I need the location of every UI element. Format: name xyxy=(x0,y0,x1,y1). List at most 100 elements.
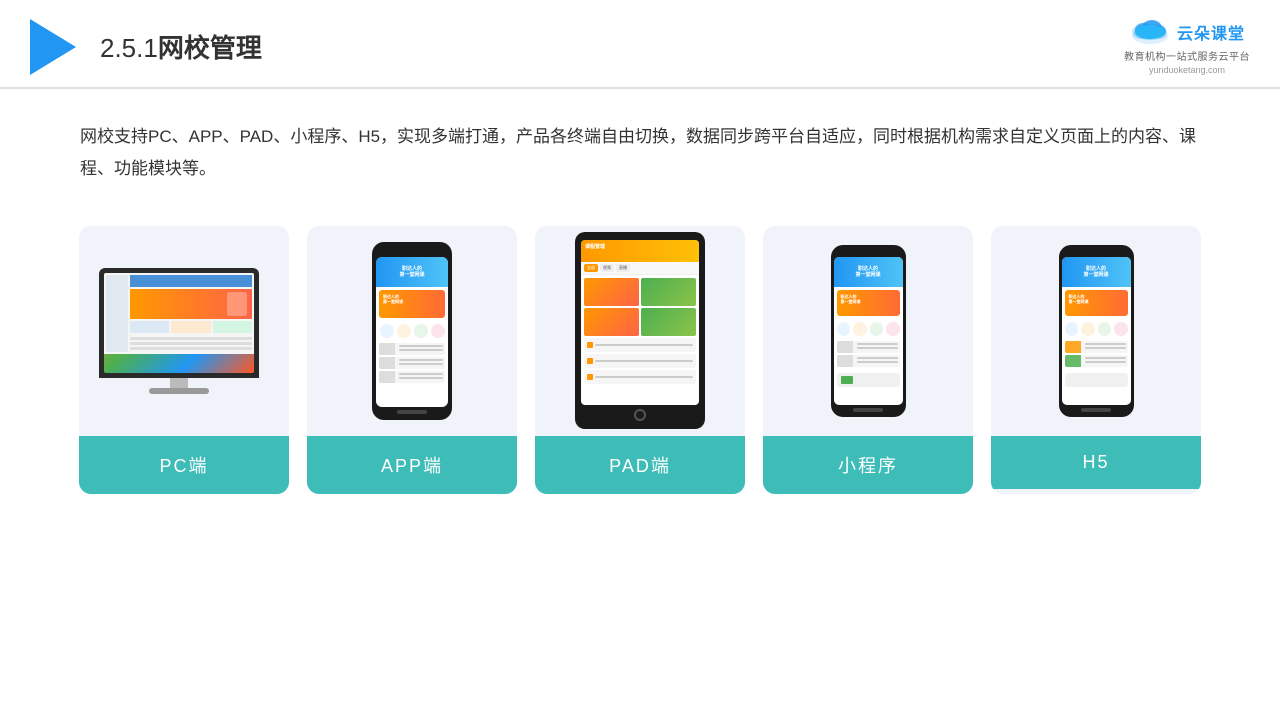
phone-h5-icon-4 xyxy=(1114,322,1128,336)
pc-card-2 xyxy=(171,321,210,333)
tablet-line-2 xyxy=(595,360,693,362)
tablet-home-button xyxy=(634,409,646,421)
pc-text-row-3 xyxy=(130,347,252,350)
phone-mini-lines-1 xyxy=(855,341,900,353)
tablet-nav-3: 直播 xyxy=(616,264,630,272)
phone-mini-home xyxy=(853,408,883,412)
phone-mini-icon-3 xyxy=(870,322,884,336)
phone-mini-line-1 xyxy=(857,343,898,345)
brand-url: yunduoketang.com xyxy=(1149,65,1225,75)
phone-course-list xyxy=(376,341,448,387)
tablet-line-1 xyxy=(595,344,693,346)
phone-h5-icon-1 xyxy=(1065,322,1079,336)
phone-line-6 xyxy=(399,377,443,379)
phone-app-mockup: 职达人的第一堂网课 职达人的第一堂网课 xyxy=(372,242,452,420)
phone-course-item-3 xyxy=(379,371,445,383)
pc-cards-row xyxy=(130,321,252,333)
tablet-screen: 课程管理 全部 视频 直播 xyxy=(581,240,699,405)
card-miniprogram: 职达人的第一堂网课 职达人的第一堂网课 xyxy=(763,226,973,494)
phone-course-item-2 xyxy=(379,357,445,369)
phone-mini-icon-2 xyxy=(853,322,867,336)
phone-line-2 xyxy=(399,349,443,351)
phone-h5-notch xyxy=(1086,250,1106,255)
logo-triangle-icon xyxy=(30,19,76,75)
phone-mini-footer xyxy=(837,373,900,387)
brand-name: 云朵课堂 xyxy=(1177,20,1245,44)
tablet-nav-1: 全部 xyxy=(584,264,598,272)
card-app-label: APP端 xyxy=(307,436,517,494)
phone-top-bar: 职达人的第一堂网课 xyxy=(376,257,448,287)
pc-card-3 xyxy=(213,321,252,333)
tablet-card-row-2 xyxy=(584,308,696,336)
phone-h5-icon-3 xyxy=(1098,322,1112,336)
tablet-card-row-1 xyxy=(584,278,696,306)
pc-banner xyxy=(130,289,252,319)
phone-small-notch xyxy=(858,250,878,255)
tablet-nav-2: 视频 xyxy=(600,264,614,272)
card-mini-label: 小程序 xyxy=(763,436,973,494)
tablet-card-2 xyxy=(641,278,696,306)
card-pc-image xyxy=(79,226,289,436)
pc-screen-frame xyxy=(99,268,259,378)
phone-h5-footer xyxy=(1065,373,1128,387)
header: 2.5.1网校管理 云朵课堂 教育机构一站式服务云平台 yunduoketang… xyxy=(0,0,1280,89)
phone-thumb-2 xyxy=(379,357,395,369)
phone-h5-mockup: 职达人的第一堂网课 职达人的第一堂网课 xyxy=(1059,245,1134,417)
phone-mini-line-3 xyxy=(857,357,898,359)
card-h5: 职达人的第一堂网课 职达人的第一堂网课 xyxy=(991,226,1201,494)
brand-logo: 云朵课堂 教育机构一站式服务云平台 yunduoketang.com xyxy=(1124,18,1250,75)
phone-mini-thumb-2 xyxy=(837,355,853,367)
phone-top-text: 职达人的第一堂网课 xyxy=(399,266,424,278)
tablet-card-4 xyxy=(641,308,696,336)
phone-mini-line-2 xyxy=(857,347,898,349)
phone-home-bar xyxy=(397,410,427,414)
phone-mini-item-2 xyxy=(837,355,900,367)
phone-mini-list xyxy=(834,339,903,371)
header-left: 2.5.1网校管理 xyxy=(30,19,262,75)
cards-container: PC端 职达人的第一堂网课 职达人的第一堂网课 xyxy=(0,216,1280,524)
pc-card-1 xyxy=(130,321,169,333)
phone-banner: 职达人的第一堂网课 xyxy=(379,290,445,318)
phone-course-item-1 xyxy=(379,343,445,355)
tablet-dot-3 xyxy=(587,374,593,380)
phone-mini-footer-icon xyxy=(841,376,853,384)
pc-stand xyxy=(99,378,259,394)
phone-small-screen: 职达人的第一堂网课 职达人的第一堂网课 xyxy=(834,257,903,405)
phone-h5-list xyxy=(1062,339,1131,371)
phone-mini-icon-1 xyxy=(837,322,851,336)
card-app: 职达人的第一堂网课 职达人的第一堂网课 xyxy=(307,226,517,494)
phone-icon-2 xyxy=(397,324,411,338)
phone-h5-thumb-1 xyxy=(1065,341,1081,353)
phone-line-3 xyxy=(399,359,443,361)
pc-mockup xyxy=(99,268,269,394)
description-paragraph: 网校支持PC、APP、PAD、小程序、H5，实现多端打通，产品各终端自由切换，数… xyxy=(80,121,1200,186)
phone-mini-item-1 xyxy=(837,341,900,353)
phone-mini-line-4 xyxy=(857,361,898,363)
phone-lines-3 xyxy=(397,371,445,383)
card-pad: 课程管理 全部 视频 直播 xyxy=(535,226,745,494)
card-pc: PC端 xyxy=(79,226,289,494)
phone-h5-screen: 职达人的第一堂网课 职达人的第一堂网课 xyxy=(1062,257,1131,405)
tablet-line-3 xyxy=(595,376,693,378)
phone-mini-banner-text: 职达人的第一堂网课 xyxy=(841,294,861,304)
card-pc-label: PC端 xyxy=(79,436,289,494)
pc-content xyxy=(104,273,254,354)
tablet-card-3 xyxy=(584,308,639,336)
phone-h5-icons xyxy=(1062,319,1131,339)
phone-line-4 xyxy=(399,363,443,365)
tablet-dot-2 xyxy=(587,358,593,364)
description-text: 网校支持PC、APP、PAD、小程序、H5，实现多端打通，产品各终端自由切换，数… xyxy=(0,89,1280,206)
phone-notch xyxy=(400,248,424,254)
pc-topbar xyxy=(130,275,252,287)
phone-h5-item-1 xyxy=(1065,341,1128,353)
phone-h5-item-2 xyxy=(1065,355,1128,367)
pc-text-row-1 xyxy=(130,337,252,340)
phone-h5-banner: 职达人的第一堂网课 xyxy=(1065,290,1128,316)
phone-screen: 职达人的第一堂网课 职达人的第一堂网课 xyxy=(376,257,448,407)
phone-mini-thumb-1 xyxy=(837,341,853,353)
phone-h5-lines-2 xyxy=(1083,355,1128,367)
phone-h5-line-1 xyxy=(1085,343,1126,345)
pc-main-area xyxy=(130,275,252,352)
tablet-dot-1 xyxy=(587,342,593,348)
phone-line-1 xyxy=(399,345,443,347)
